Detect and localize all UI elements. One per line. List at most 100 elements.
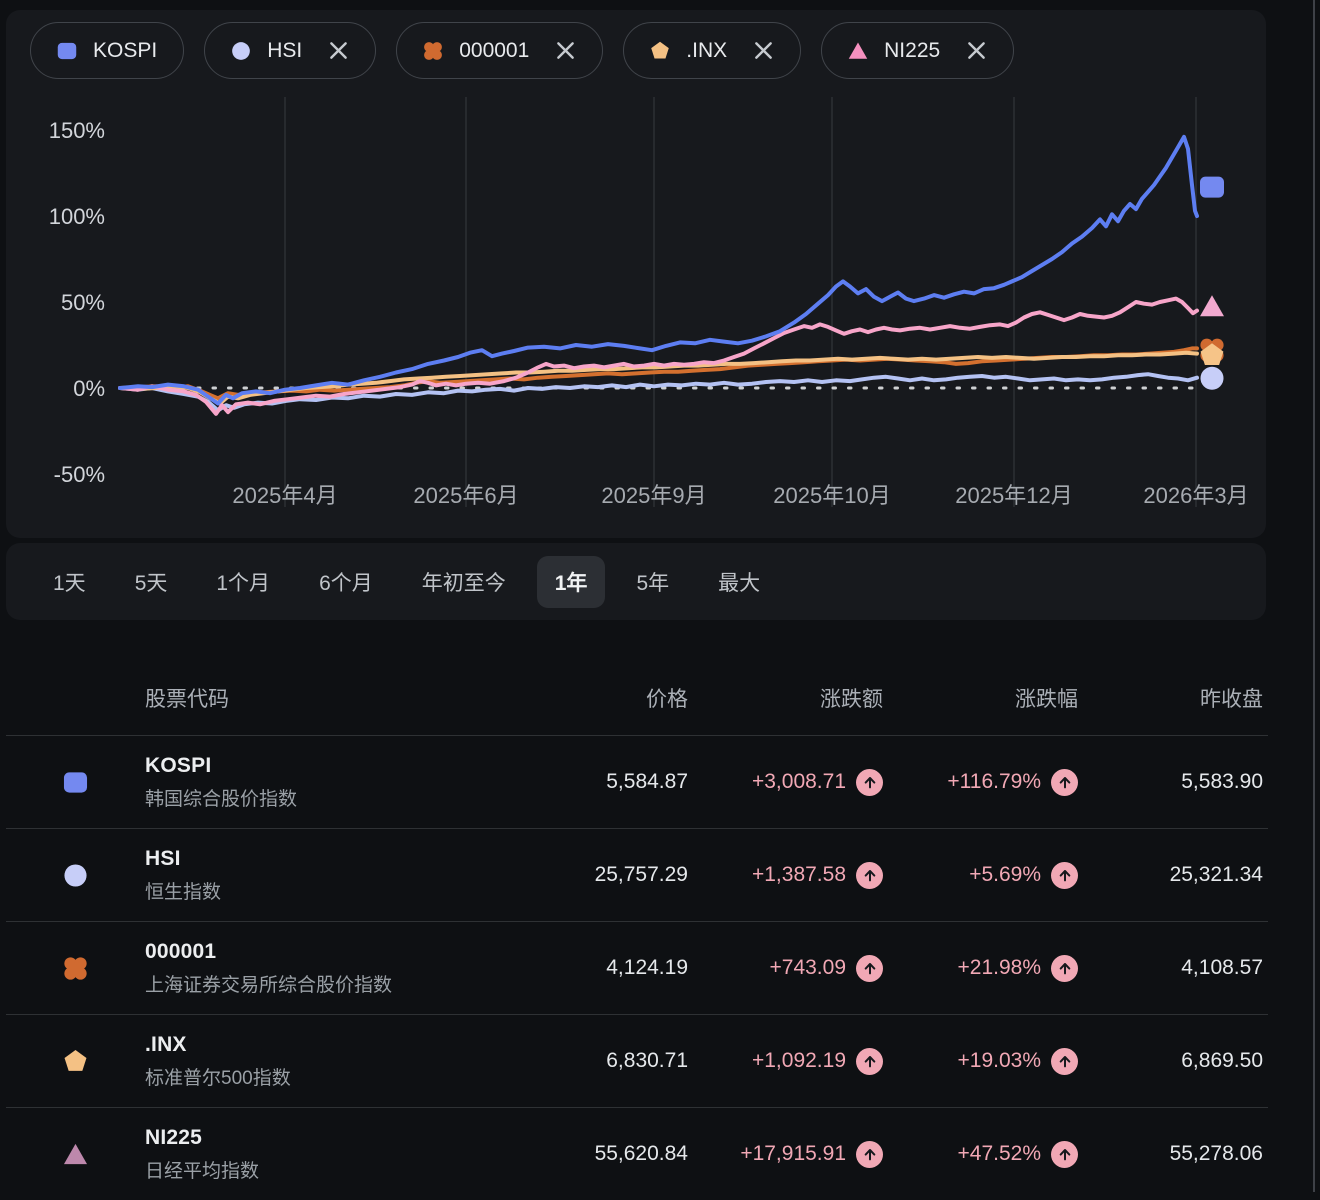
row-symbol-cell: KOSPI 韩国综合股价指数 (145, 754, 488, 811)
chip-label: 000001 (459, 39, 529, 63)
pentagon-icon (650, 41, 670, 61)
symbol-text: KOSPI (145, 754, 488, 778)
chip-label: NI225 (884, 39, 940, 63)
range-tab-8[interactable]: 最大 (718, 567, 760, 597)
range-tab-6[interactable]: 1年 (537, 556, 606, 608)
square-icon (57, 41, 77, 61)
change-value: +3,008.71 (752, 770, 846, 794)
square-series-marker-icon (64, 772, 87, 792)
close-icon[interactable] (966, 40, 987, 61)
row-marker-cell (6, 770, 145, 795)
circle-series-marker-icon (232, 42, 250, 60)
time-range-tabs: 1天 5天 1个月 6个月 年初至今 1年 5年 最大 (6, 543, 1266, 620)
prev-close-cell: 25,321.34 (1078, 863, 1263, 887)
row-marker-cell (6, 956, 145, 981)
prev-close-cell: 5,583.90 (1078, 770, 1263, 794)
pentagon-icon (63, 1049, 88, 1074)
index-name-text: 日经平均指数 (145, 1156, 488, 1183)
symbol-chip-kospi[interactable]: KOSPI (30, 22, 184, 79)
column-header-prev-close: 昨收盘 (1078, 683, 1263, 713)
up-arrow-icon (856, 955, 883, 982)
pentagon-series-marker-icon (65, 1049, 87, 1070)
chip-label: HSI (267, 39, 302, 63)
table-row-inx[interactable]: .INX标准普尔500指数6,830.71+1,092.19+19.03%6,8… (6, 1014, 1268, 1107)
table-row-ni225[interactable]: NI225日经平均指数55,620.84+17,915.91+47.52%55,… (6, 1107, 1268, 1200)
change-pct-value: +21.98% (958, 956, 1042, 980)
index-name-text: 韩国综合股价指数 (145, 784, 488, 811)
up-arrow-icon (856, 1048, 883, 1075)
change-pct-value: +5.69% (969, 863, 1041, 887)
symbol-text: HSI (145, 847, 488, 871)
symbol-text: 000001 (145, 940, 488, 964)
change-pct-value: +116.79% (947, 770, 1041, 794)
circle-icon (63, 863, 88, 888)
circle-icon (231, 41, 251, 61)
symbol-chips-row: KOSPI HSI 000001 .INX NI225 (30, 22, 1014, 79)
column-header-symbol: 股票代码 (145, 683, 488, 713)
change-value: +1,092.19 (752, 1049, 846, 1073)
range-tab-3[interactable]: 1个月 (216, 567, 270, 597)
clover-series-marker-icon (424, 42, 442, 60)
change-pct-cell: +5.69% (883, 862, 1078, 889)
up-arrow-icon (1051, 769, 1078, 796)
column-header-change-pct: 涨跌幅 (883, 683, 1078, 713)
change-pct-cell: +47.52% (883, 1141, 1078, 1168)
symbol-chip-000001[interactable]: 000001 (396, 22, 603, 79)
table-row-kospi[interactable]: KOSPI 韩国综合股价指数5,584.87 +3,008.71 +116.79% 5,… (6, 735, 1268, 828)
change-cell: +1,092.19 (688, 1048, 883, 1075)
row-symbol-cell: .INX标准普尔500指数 (145, 1033, 488, 1090)
change-pct-cell: +116.79% (883, 769, 1078, 796)
range-tab-4[interactable]: 6个月 (319, 567, 373, 597)
square-series-marker-icon (58, 42, 76, 58)
table-header-row: 股票代码价格涨跌额涨跌幅昨收盘 (6, 660, 1268, 735)
change-cell: +17,915.91 (688, 1141, 883, 1168)
prev-close-cell: 6,869.50 (1078, 1049, 1263, 1073)
index-name-text: 上海证券交易所综合股价指数 (145, 970, 488, 997)
range-tab-2[interactable]: 5天 (135, 567, 168, 597)
change-value: +743.09 (770, 956, 847, 980)
symbol-text: NI225 (145, 1126, 488, 1150)
close-icon[interactable] (753, 40, 774, 61)
column-header-change: 涨跌额 (688, 683, 883, 713)
clover-series-marker-icon (64, 957, 86, 979)
change-cell: +3,008.71 (688, 769, 883, 796)
range-tab-7[interactable]: 5年 (636, 567, 669, 597)
close-icon[interactable] (328, 40, 349, 61)
clover-icon (63, 956, 88, 981)
triangle-icon (848, 41, 868, 61)
up-arrow-icon (856, 769, 883, 796)
row-symbol-cell: NI225 日经平均指数 (145, 1126, 488, 1183)
up-arrow-icon (1051, 862, 1078, 889)
close-icon[interactable] (555, 40, 576, 61)
pentagon-series-marker-icon (652, 41, 670, 58)
scrollbar-track[interactable] (1313, 0, 1315, 1192)
row-marker-cell (6, 1142, 145, 1167)
table-row-hsi[interactable]: HSI恒生指数25,757.29+1,387.58+5.69%25,321.34 (6, 828, 1268, 921)
symbol-chip-ni225[interactable]: NI225 (821, 22, 1014, 79)
range-tab-5[interactable]: 年初至今 (422, 567, 506, 597)
change-value: +1,387.58 (752, 863, 846, 887)
change-cell: +1,387.58 (688, 862, 883, 889)
table-row-000001[interactable]: 000001上海证券交易所综合股价指数4,124.19+743.09+21.98… (6, 921, 1268, 1014)
range-tab-1[interactable]: 1天 (53, 567, 86, 597)
index-name-text: 恒生指数 (145, 877, 488, 904)
row-marker-cell (6, 1049, 145, 1074)
row-marker-cell (6, 863, 145, 888)
change-pct-cell: +21.98% (883, 955, 1078, 982)
row-symbol-cell: HSI 恒生指数 (145, 847, 488, 904)
symbol-chip-hsi[interactable]: HSI (204, 22, 376, 79)
change-pct-value: +47.52% (958, 1142, 1042, 1166)
symbol-text: .INX (145, 1033, 488, 1057)
price-cell: 55,620.84 (488, 1142, 688, 1166)
symbol-chip-inx[interactable]: .INX (623, 22, 801, 79)
chip-label: .INX (686, 39, 727, 63)
price-cell: 6,830.71 (488, 1049, 688, 1073)
price-cell: 5,584.87 (488, 770, 688, 794)
triangle-icon (63, 1142, 88, 1167)
chart-panel (6, 10, 1266, 538)
prev-close-cell: 4,108.57 (1078, 956, 1263, 980)
up-arrow-icon (856, 862, 883, 889)
circle-series-marker-icon (64, 864, 86, 886)
chip-label: KOSPI (93, 39, 157, 63)
row-symbol-cell: 000001 上海证券交易所综合股价指数 (145, 940, 488, 997)
